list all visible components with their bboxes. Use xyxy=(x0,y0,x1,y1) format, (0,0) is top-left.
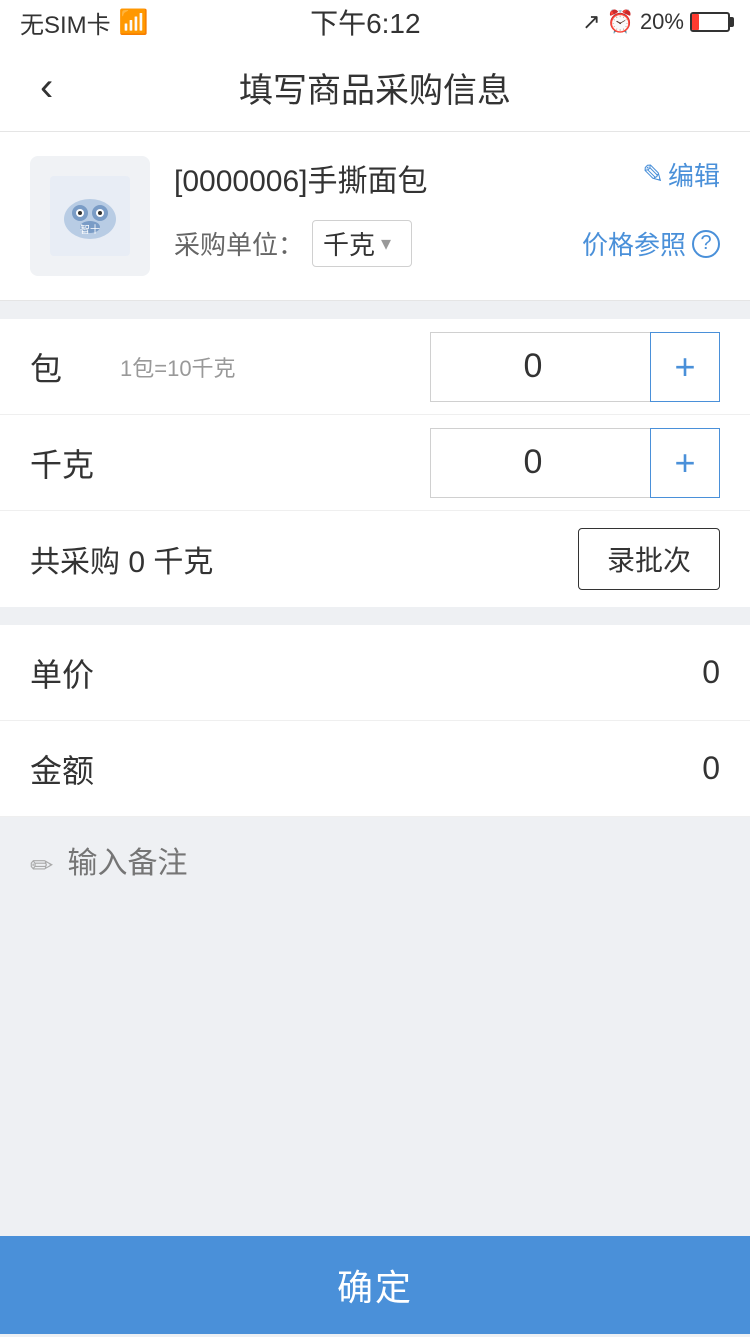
bag-quantity-input[interactable] xyxy=(430,332,650,402)
record-batch-button[interactable]: 录批次 xyxy=(578,528,720,590)
battery-percent: 20% xyxy=(640,9,684,35)
kg-label: 千克 xyxy=(30,440,110,486)
note-section: ✏ xyxy=(0,817,750,937)
product-image: 智十 xyxy=(30,156,150,276)
unit-label: 采购单位： xyxy=(174,225,304,262)
page-title: 填写商品采购信息 xyxy=(239,63,511,112)
svg-text:智十: 智十 xyxy=(80,223,100,236)
status-time: 下午6:12 xyxy=(310,2,421,42)
wifi-icon: 📶 xyxy=(119,8,149,37)
nav-bar: ‹ 填写商品采购信息 xyxy=(0,44,750,132)
carrier-text: 无SIM卡 xyxy=(20,5,111,40)
section-separator-1 xyxy=(0,301,750,319)
pencil-icon: ✏ xyxy=(30,849,53,882)
bag-label: 包 xyxy=(30,344,110,390)
bag-sub-label: 1包=10千克 xyxy=(120,351,236,383)
unit-price-value: 0 xyxy=(702,654,720,691)
chevron-down-icon: ▾ xyxy=(381,231,391,256)
summary-text: 共采购 0 千克 xyxy=(30,537,213,581)
confirm-button[interactable]: 确定 xyxy=(0,1236,750,1334)
product-info: [0000006]手撕面包 ✎ 编辑 采购单位： 千克 ▾ 价格参照 ? xyxy=(150,156,720,267)
note-input[interactable] xyxy=(67,847,720,881)
price-ref-label: 价格参照 xyxy=(582,225,686,262)
product-name: [0000006]手撕面包 xyxy=(174,156,427,200)
back-button[interactable]: ‹ xyxy=(30,55,63,120)
summary-row: 共采购 0 千克 录批次 xyxy=(0,511,750,607)
unit-price-label: 单价 xyxy=(30,650,94,696)
kg-plus-button[interactable]: + xyxy=(650,428,720,498)
location-icon: ↗ xyxy=(582,9,600,35)
price-section: 单价 0 金额 0 xyxy=(0,625,750,817)
kg-quantity-input[interactable] xyxy=(430,428,650,498)
product-header: [0000006]手撕面包 ✎ 编辑 xyxy=(174,156,720,200)
bag-section: 包 1包=10千克 + xyxy=(0,319,750,415)
status-right: ↗ ⏰ 20% xyxy=(582,9,730,35)
unit-select[interactable]: 千克 ▾ xyxy=(312,220,412,267)
status-left: 无SIM卡 📶 xyxy=(20,5,149,40)
alarm-icon: ⏰ xyxy=(607,9,634,35)
info-icon: ? xyxy=(692,230,720,258)
product-card: 智十 [0000006]手撕面包 ✎ 编辑 采购单位： 千克 ▾ 价格参照 xyxy=(0,132,750,301)
bag-row: 包 1包=10千克 + xyxy=(0,319,750,415)
amount-value: 0 xyxy=(702,750,720,787)
kg-row: 千克 + xyxy=(0,415,750,511)
kg-section: 千克 + xyxy=(0,415,750,511)
status-bar: 无SIM卡 📶 下午6:12 ↗ ⏰ 20% xyxy=(0,0,750,44)
amount-row: 金额 0 xyxy=(0,721,750,817)
battery-icon xyxy=(690,12,730,32)
product-logo: 智十 xyxy=(50,176,130,256)
product-unit-row: 采购单位： 千克 ▾ 价格参照 ? xyxy=(174,220,720,267)
section-separator-2 xyxy=(0,607,750,625)
kg-input-group: + xyxy=(430,428,720,498)
price-ref-button[interactable]: 价格参照 ? xyxy=(582,225,720,262)
bag-input-group: + xyxy=(430,332,720,402)
edit-button[interactable]: ✎ 编辑 xyxy=(642,156,720,193)
bag-plus-button[interactable]: + xyxy=(650,332,720,402)
unit-price-row: 单价 0 xyxy=(0,625,750,721)
amount-label: 金额 xyxy=(30,746,94,792)
edit-icon: ✎ xyxy=(642,159,664,190)
